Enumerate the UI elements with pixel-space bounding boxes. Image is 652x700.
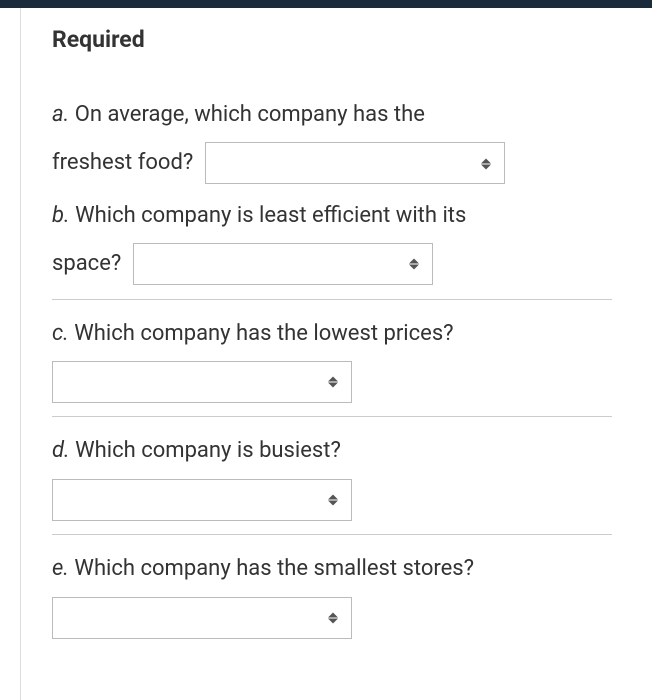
select-wrap-b	[133, 240, 433, 288]
question-c: c. Which company has the lowest prices?	[52, 310, 612, 418]
question-e: e. Which company has the smallest stores…	[52, 545, 612, 642]
question-text-d: Which company is busiest?	[75, 438, 341, 463]
select-d[interactable]	[52, 479, 352, 521]
question-b: b. Which company is least efficient with…	[52, 192, 612, 300]
question-text-b-line2: space?	[52, 251, 121, 276]
select-b[interactable]	[133, 243, 433, 285]
question-text-a-line1: On average, which company has the	[75, 102, 425, 127]
select-a[interactable]	[205, 142, 505, 184]
question-letter-d: d.	[52, 438, 70, 463]
question-a: a. On average, which company has the fre…	[52, 91, 612, 188]
question-letter-a: a.	[52, 102, 69, 127]
content-area: Required a. On average, which company ha…	[0, 8, 652, 686]
question-text-a-line2: freshest food?	[52, 150, 193, 175]
question-d: d. Which company is busiest?	[52, 427, 612, 535]
select-wrap-d	[52, 476, 352, 524]
select-wrap-c	[52, 358, 352, 406]
select-e[interactable]	[52, 597, 352, 639]
select-c[interactable]	[52, 361, 352, 403]
required-heading: Required	[52, 26, 612, 53]
question-text-b-line1: Which company is least efficient with it…	[75, 203, 466, 228]
top-bar	[0, 0, 652, 8]
select-wrap-e	[52, 594, 352, 642]
select-wrap-a	[205, 139, 505, 187]
question-text-e: Which company has the smallest stores?	[74, 556, 474, 581]
question-letter-c: c.	[52, 321, 69, 346]
question-letter-e: e.	[52, 556, 69, 581]
question-text-c: Which company has the lowest prices?	[74, 321, 453, 346]
question-letter-b: b.	[52, 203, 70, 228]
left-border	[20, 8, 21, 700]
